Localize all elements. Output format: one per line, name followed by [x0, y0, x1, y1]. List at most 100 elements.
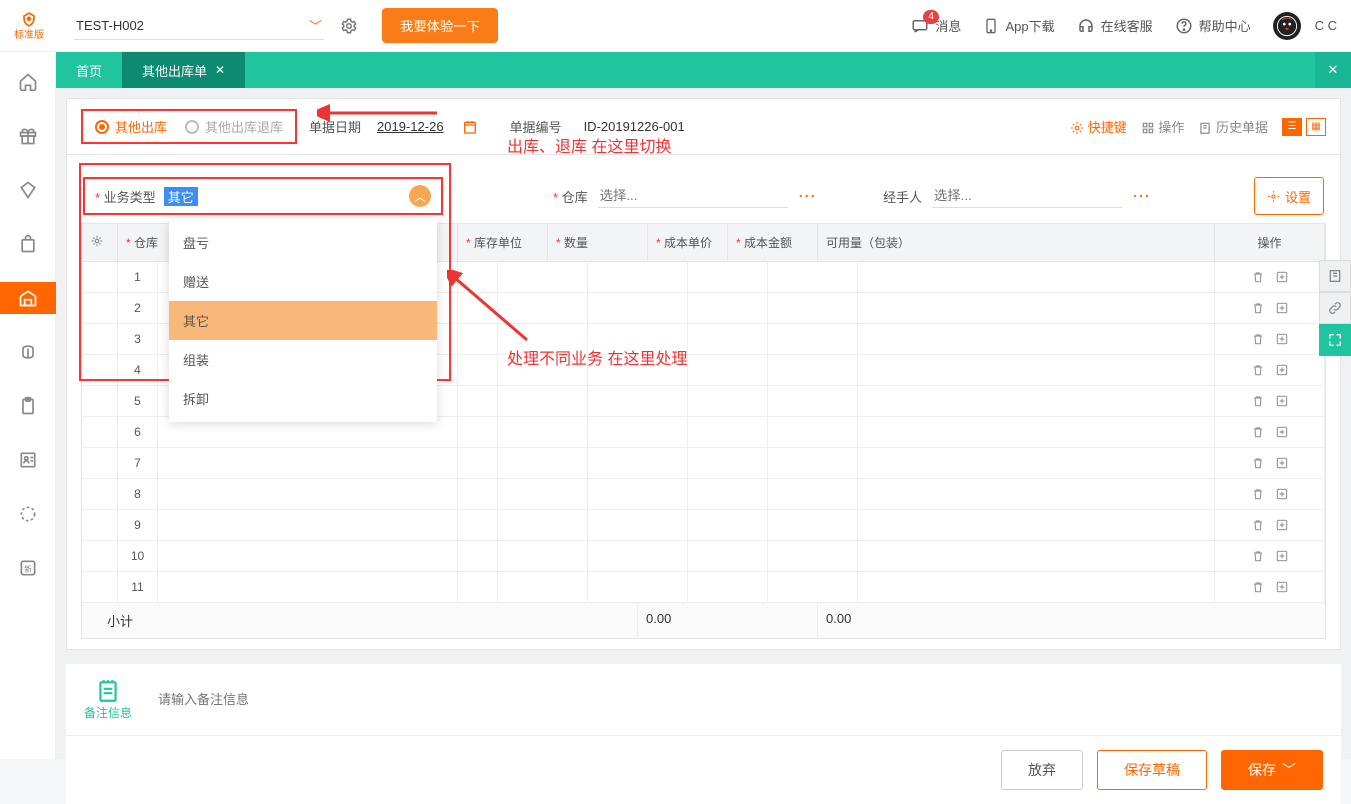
warehouse-select[interactable] [598, 184, 788, 208]
user-menu[interactable]: C C [1273, 12, 1337, 40]
nav-sync-icon[interactable] [12, 498, 44, 530]
chevron-down-icon: ﹀ [1282, 760, 1296, 780]
app-header: 标准版 TEST-H002 ﹀ 我要体验一下 4 消息 App下载 在线客服 帮… [0, 0, 1351, 52]
subtotal-qty: 0.00 [638, 603, 738, 638]
add-icon[interactable] [1275, 394, 1289, 408]
delete-icon[interactable] [1251, 580, 1265, 594]
radio-outbound[interactable]: 其他出库 [95, 117, 167, 136]
table-row[interactable]: 9 [82, 510, 1325, 541]
tab-other-outbound[interactable]: 其他出库单 ✕ [122, 52, 245, 88]
subtotal-label: 小计 [82, 603, 158, 638]
view-grid-icon[interactable]: ▦ [1306, 118, 1326, 136]
messages-button[interactable]: 4 消息 [911, 16, 961, 35]
nav-money-icon[interactable] [12, 336, 44, 368]
add-icon[interactable] [1275, 487, 1289, 501]
add-icon[interactable] [1275, 270, 1289, 284]
delete-icon[interactable] [1251, 270, 1265, 284]
workspace-select[interactable]: TEST-H002 ﹀ [74, 12, 324, 40]
settings-button[interactable]: 设置 [1254, 177, 1324, 215]
avatar [1273, 12, 1301, 40]
nav-gift-icon[interactable] [12, 120, 44, 152]
history-button[interactable]: 历史单据 [1198, 117, 1268, 136]
table-row[interactable]: 8 [82, 479, 1325, 510]
nav-warehouse-icon[interactable] [0, 282, 56, 314]
chevron-up-icon[interactable]: ︿ [409, 185, 431, 207]
handler-label: 经手人 [883, 187, 922, 206]
add-icon[interactable] [1275, 549, 1289, 563]
add-icon[interactable] [1275, 456, 1289, 470]
view-list-icon[interactable]: ☰ [1282, 118, 1302, 136]
add-icon[interactable] [1275, 425, 1289, 439]
remark-card: 备注信息 [66, 664, 1341, 735]
close-all-tabs[interactable]: ✕ [1315, 52, 1351, 88]
business-type-field[interactable]: 业务类型 其它 ︿ 盘亏 赠送 其它 组装 拆卸 [83, 177, 443, 215]
add-icon[interactable] [1275, 580, 1289, 594]
nav-diamond-icon[interactable] [12, 174, 44, 206]
table-row[interactable]: 10 [82, 541, 1325, 572]
delete-icon[interactable] [1251, 301, 1265, 315]
dropdown-item-zengsong[interactable]: 赠送 [169, 262, 437, 301]
dropdown-item-pankui[interactable]: 盘亏 [169, 223, 437, 262]
docno-value: ID-20191226-001 [584, 119, 685, 134]
add-icon[interactable] [1275, 363, 1289, 377]
column-amount: 成本金额 [728, 224, 818, 261]
float-note-icon[interactable] [1319, 260, 1351, 292]
nav-home-icon[interactable] [12, 66, 44, 98]
annotation-switch-here: 出库、退库 在这里切换 [507, 133, 671, 157]
customer-service-button[interactable]: 在线客服 [1077, 16, 1153, 35]
business-type-dropdown: 盘亏 赠送 其它 组装 拆卸 [169, 219, 437, 422]
trial-button[interactable]: 我要体验一下 [382, 8, 498, 43]
float-expand-icon[interactable] [1319, 324, 1351, 356]
nav-clipboard-icon[interactable] [12, 390, 44, 422]
float-tools [1319, 260, 1351, 356]
nav-contact-icon[interactable] [12, 444, 44, 476]
save-button[interactable]: 保存 ﹀ [1221, 750, 1323, 790]
delete-icon[interactable] [1251, 394, 1265, 408]
delete-icon[interactable] [1251, 487, 1265, 501]
more-icon[interactable]: ⋯ [798, 186, 816, 207]
delete-icon[interactable] [1251, 549, 1265, 563]
nav-bag-icon[interactable] [12, 228, 44, 260]
app-download-button[interactable]: App下载 [983, 16, 1054, 35]
warehouse-field: 仓库 ⋯ [553, 177, 853, 215]
shortcut-button[interactable]: 快捷键 [1070, 117, 1127, 136]
radio-outbound-return[interactable]: 其他出库退库 [185, 117, 283, 136]
svg-text:新: 新 [24, 563, 32, 573]
calendar-icon[interactable] [462, 119, 478, 135]
dropdown-item-qita[interactable]: 其它 [169, 301, 437, 340]
delete-icon[interactable] [1251, 518, 1265, 532]
more-icon[interactable]: ⋯ [1132, 186, 1150, 207]
column-operations: 操作 [1215, 224, 1325, 261]
tab-home[interactable]: 首页 [56, 52, 122, 88]
docno-label: 单据编号 [510, 117, 562, 136]
delete-icon[interactable] [1251, 425, 1265, 439]
remark-input[interactable] [150, 684, 1323, 715]
delete-icon[interactable] [1251, 363, 1265, 377]
delete-icon[interactable] [1251, 332, 1265, 346]
add-icon[interactable] [1275, 301, 1289, 315]
remark-icon: 备注信息 [84, 678, 132, 721]
subtotal-amount: 0.00 [818, 603, 908, 638]
nav-new-icon[interactable]: 新 [12, 552, 44, 584]
float-link-icon[interactable] [1319, 292, 1351, 324]
column-unit: 库存单位 [458, 224, 548, 261]
gear-icon[interactable] [340, 17, 358, 35]
discard-button[interactable]: 放弃 [1001, 750, 1083, 790]
dropdown-item-zuzhuang[interactable]: 组装 [169, 340, 437, 379]
dropdown-item-chaixiao[interactable]: 拆卸 [169, 379, 437, 418]
close-icon[interactable]: ✕ [215, 63, 225, 77]
left-nav-rail: 新 [0, 52, 56, 759]
handler-select[interactable] [932, 184, 1122, 208]
operations-button[interactable]: 操作 [1141, 117, 1185, 136]
help-center-button[interactable]: 帮助中心 [1175, 16, 1251, 35]
delete-icon[interactable] [1251, 456, 1265, 470]
column-gear[interactable] [82, 224, 118, 261]
add-icon[interactable] [1275, 332, 1289, 346]
table-subtotal-row: 小计 0.00 0.00 [82, 603, 1325, 638]
table-row[interactable]: 7 [82, 448, 1325, 479]
date-value[interactable]: 2019-12-26 [377, 119, 444, 134]
add-icon[interactable] [1275, 518, 1289, 532]
header-actions: 快捷键 操作 历史单据 ☰ ▦ [1070, 117, 1326, 136]
table-row[interactable]: 11 [82, 572, 1325, 603]
save-draft-button[interactable]: 保存草稿 [1097, 750, 1207, 790]
